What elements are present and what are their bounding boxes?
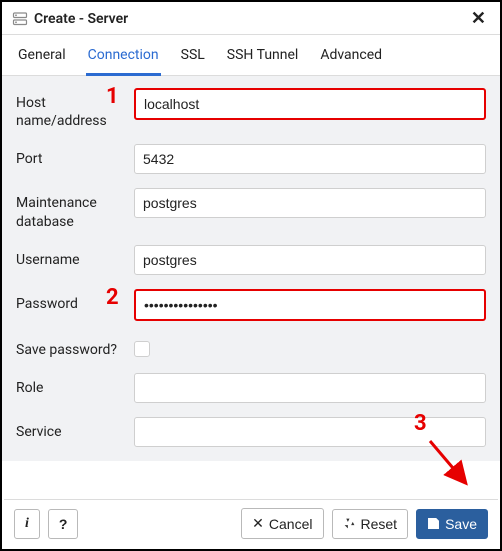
annotation-1: 1 — [106, 84, 119, 109]
row-service: Service — [16, 417, 486, 447]
cancel-button[interactable]: ✕ Cancel — [241, 508, 323, 539]
help-icon: ? — [59, 516, 68, 532]
info-icon: i — [25, 516, 29, 532]
info-button[interactable]: i — [14, 509, 40, 539]
form-body: Host name/address 1 Port Maintenance dat… — [2, 76, 500, 461]
label-port: Port — [16, 144, 134, 168]
annotation-2: 2 — [106, 285, 119, 310]
label-role: Role — [16, 373, 134, 397]
reset-label: Reset — [361, 516, 398, 532]
window-title: Create - Server — [34, 11, 128, 27]
help-button[interactable]: ? — [48, 509, 79, 539]
tabs: General Connection SSL SSH Tunnel Advanc… — [2, 35, 500, 76]
service-input[interactable] — [134, 417, 486, 447]
label-username: Username — [16, 245, 134, 269]
tab-ssl[interactable]: SSL — [179, 43, 207, 75]
host-input[interactable] — [134, 88, 486, 120]
role-input[interactable] — [134, 373, 486, 403]
port-input[interactable] — [134, 144, 486, 174]
row-password: Password 2 — [16, 289, 486, 321]
label-service: Service — [16, 417, 134, 441]
close-icon-small: ✕ — [252, 515, 264, 532]
recycle-icon — [343, 517, 356, 530]
row-port: Port — [16, 144, 486, 174]
reset-button[interactable]: Reset — [332, 509, 409, 539]
save-label: Save — [445, 516, 477, 532]
save-icon — [427, 517, 440, 530]
row-username: Username — [16, 245, 486, 275]
save-password-checkbox[interactable] — [134, 341, 150, 357]
row-save-password: Save password? — [16, 335, 486, 359]
footer: i ? ✕ Cancel Reset Save — [4, 499, 498, 547]
server-icon — [12, 11, 28, 27]
save-button[interactable]: Save — [416, 509, 488, 539]
label-save-password: Save password? — [16, 335, 134, 359]
maintenance-db-input[interactable] — [134, 188, 486, 218]
label-maintenance-db: Maintenance database — [16, 188, 134, 230]
tab-general[interactable]: General — [16, 43, 68, 75]
row-role: Role — [16, 373, 486, 403]
row-host: Host name/address 1 — [16, 88, 486, 130]
row-maintenance-db: Maintenance database — [16, 188, 486, 230]
cancel-label: Cancel — [269, 516, 313, 532]
close-icon[interactable]: ✕ — [467, 8, 490, 30]
tab-connection[interactable]: Connection — [86, 43, 161, 76]
password-input[interactable] — [134, 289, 486, 321]
username-input[interactable] — [134, 245, 486, 275]
titlebar: Create - Server ✕ — [2, 2, 500, 35]
tab-advanced[interactable]: Advanced — [318, 43, 384, 75]
tab-ssh-tunnel[interactable]: SSH Tunnel — [225, 43, 301, 75]
